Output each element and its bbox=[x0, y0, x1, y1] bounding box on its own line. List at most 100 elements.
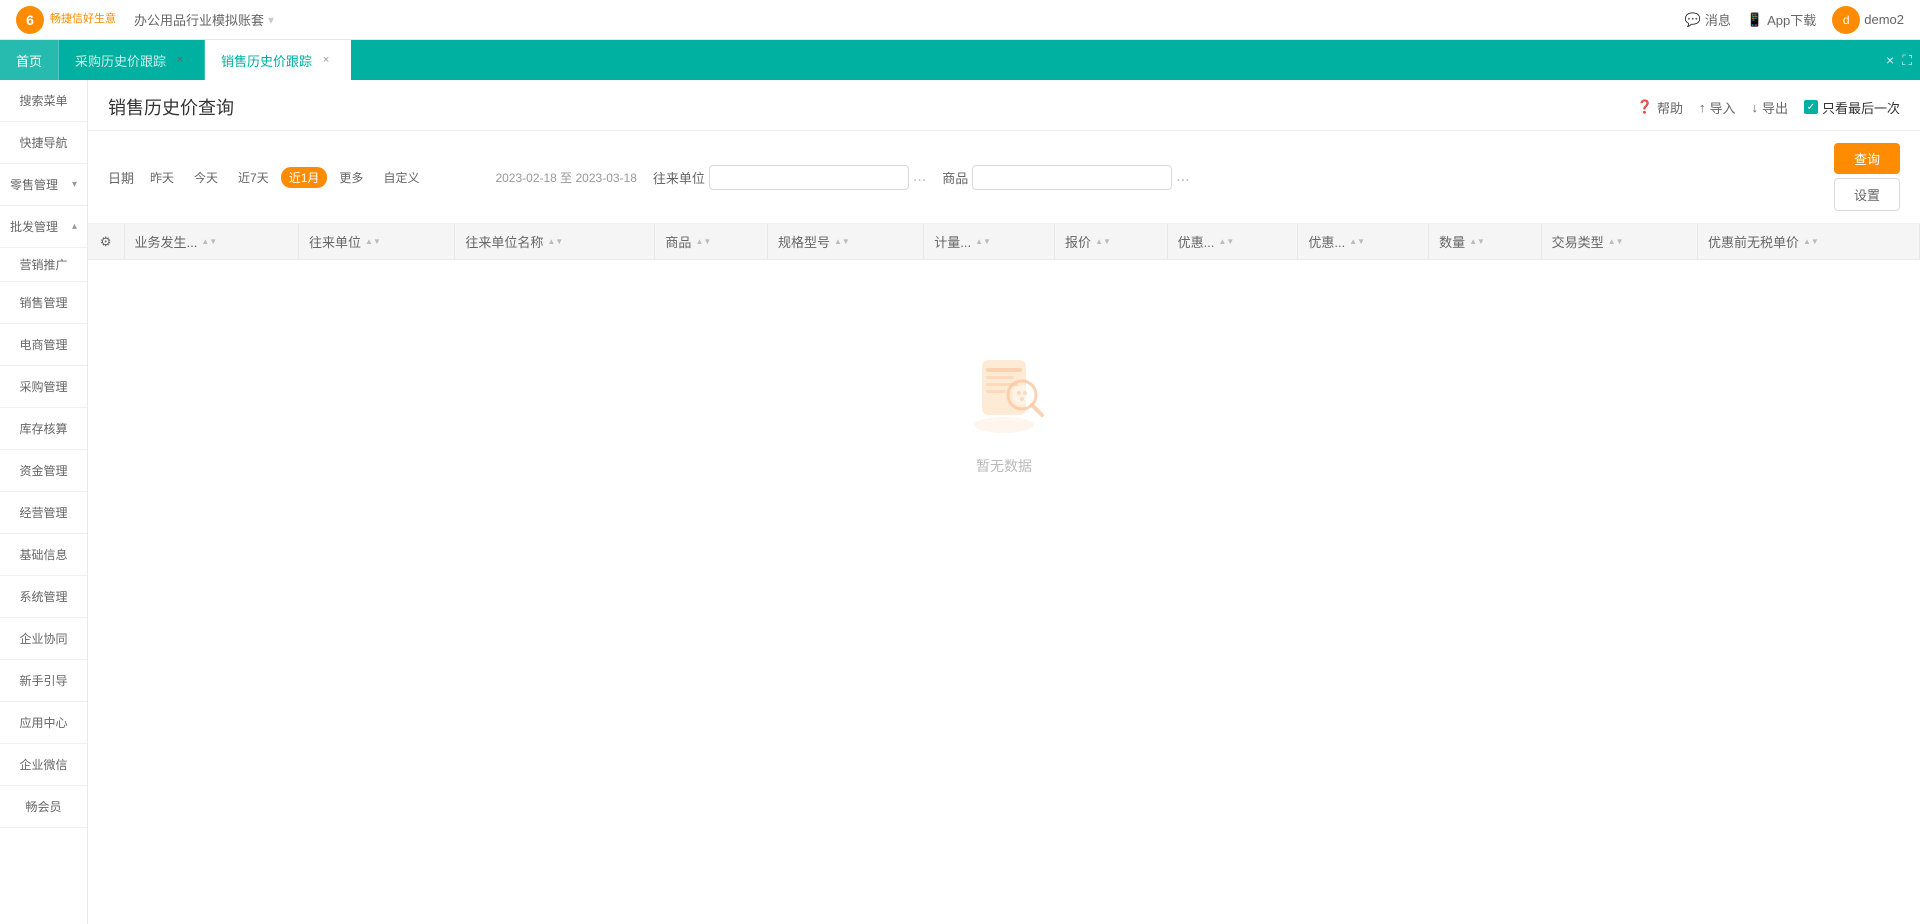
sidebar-item-sales-mgmt[interactable]: 销售管理 bbox=[0, 282, 87, 324]
export-label: 导出 bbox=[1762, 98, 1788, 117]
sidebar-item-wechat[interactable]: 企业微信 bbox=[0, 744, 87, 786]
user-name: demo2 bbox=[1864, 12, 1904, 27]
tab-purchase-history-label: 采购历史价跟踪 bbox=[75, 51, 166, 70]
th-discount1[interactable]: 优惠... ▲▼ bbox=[1167, 224, 1298, 260]
date-filter-label: 日期 bbox=[108, 168, 134, 187]
sidebar-retail-mgmt-label: 零售管理 bbox=[10, 176, 58, 193]
expand-button[interactable]: ⛶ bbox=[1902, 52, 1912, 69]
partner-input[interactable] bbox=[709, 165, 909, 190]
sort-discount1-icon: ▲▼ bbox=[1218, 237, 1234, 246]
tabbar-actions: × ⛶ bbox=[1878, 40, 1920, 80]
page-title: 销售历史价查询 bbox=[108, 94, 234, 120]
topbar: 6 畅捷信好生意 办公用品行业模拟账套 ▾ 💬 消息 📱 App下载 d dem… bbox=[0, 0, 1920, 40]
sort-partner-code-icon: ▲▼ bbox=[365, 237, 381, 246]
th-unit[interactable]: 计量... ▲▼ bbox=[924, 224, 1055, 260]
sidebar-item-ecommerce[interactable]: 电商管理 bbox=[0, 324, 87, 366]
sort-trade-type-icon: ▲▼ bbox=[1608, 237, 1624, 246]
logo-text: 畅捷信好生意 bbox=[50, 13, 116, 26]
sort-partner-name-icon: ▲▼ bbox=[547, 237, 563, 246]
sidebar-app-center-label: 应用中心 bbox=[19, 714, 67, 731]
content-area: 销售历史价查询 ❓ 帮助 ↑ 导入 ↓ bbox=[88, 80, 1920, 924]
th-discount2[interactable]: 优惠... ▲▼ bbox=[1298, 224, 1429, 260]
sidebar-ecommerce-label: 电商管理 bbox=[19, 336, 67, 353]
date-tab-today[interactable]: 今天 bbox=[186, 167, 226, 188]
sidebar-basic-info-label: 基础信息 bbox=[19, 546, 67, 563]
sidebar-item-marketing[interactable]: 营销推广 bbox=[0, 248, 87, 282]
product-filter-group: 商品 ... bbox=[942, 165, 1189, 190]
query-button[interactable]: 查询 bbox=[1834, 143, 1900, 174]
sidebar-finance-label: 资金管理 bbox=[19, 462, 67, 479]
topbar-right: 💬 消息 📱 App下载 d demo2 bbox=[1685, 6, 1904, 34]
sidebar-item-guide[interactable]: 新手引导 bbox=[0, 660, 87, 702]
settings-button[interactable]: 设置 bbox=[1834, 178, 1900, 211]
sidebar-inventory-label: 库存核算 bbox=[19, 420, 67, 437]
th-pre-tax[interactable]: 优惠前无税单价 ▲▼ bbox=[1697, 224, 1919, 260]
sidebar-item-basic-info[interactable]: 基础信息 bbox=[0, 534, 87, 576]
th-qty[interactable]: 数量 ▲▼ bbox=[1429, 224, 1542, 260]
th-partner-code[interactable]: 往来单位 ▲▼ bbox=[299, 224, 455, 260]
logo-area: 6 畅捷信好生意 bbox=[16, 6, 116, 34]
sidebar-item-search-menu[interactable]: 搜索菜单 bbox=[0, 80, 87, 122]
th-partner-name[interactable]: 往来单位名称 ▲▼ bbox=[455, 224, 655, 260]
date-tab-custom[interactable]: 自定义 bbox=[375, 167, 427, 188]
help-button[interactable]: ❓ 帮助 bbox=[1637, 98, 1683, 117]
sidebar-quick-nav-label: 快捷导航 bbox=[19, 134, 67, 151]
app-download-button[interactable]: 📱 App下载 bbox=[1747, 10, 1816, 29]
export-button[interactable]: ↓ 导出 bbox=[1751, 98, 1788, 117]
only-last-checkbox[interactable]: ✓ bbox=[1804, 100, 1818, 114]
import-label: 导入 bbox=[1709, 98, 1735, 117]
th-biz-date[interactable]: 业务发生... ▲▼ bbox=[124, 224, 299, 260]
date-tabs: 昨天 今天 近7天 近1月 更多 自定义 bbox=[142, 167, 427, 188]
close-all-tabs-button[interactable]: × bbox=[1886, 52, 1894, 68]
sidebar-search-menu-label: 搜索菜单 bbox=[19, 92, 67, 109]
sidebar-vip-label: 畅会员 bbox=[25, 798, 61, 815]
sidebar-item-finance[interactable]: 资金管理 bbox=[0, 450, 87, 492]
sidebar-item-purchase[interactable]: 采购管理 bbox=[0, 366, 87, 408]
date-tab-more[interactable]: 更多 bbox=[331, 167, 371, 188]
empty-state: 暂无数据 bbox=[88, 260, 1920, 556]
sidebar-item-system[interactable]: 系统管理 bbox=[0, 576, 87, 618]
sort-biz-date-icon: ▲▼ bbox=[201, 237, 217, 246]
tab-home[interactable]: 首页 bbox=[0, 40, 59, 80]
tab-sales-history-close-icon[interactable]: × bbox=[318, 52, 334, 68]
partner-picker-button[interactable]: ... bbox=[913, 168, 926, 186]
date-tab-1month[interactable]: 近1月 bbox=[281, 167, 328, 188]
th-product[interactable]: 商品 ▲▼ bbox=[655, 224, 768, 260]
user-menu-button[interactable]: d demo2 bbox=[1832, 6, 1904, 34]
sidebar-enterprise-label: 企业协同 bbox=[19, 630, 67, 647]
th-trade-type[interactable]: 交易类型 ▲▼ bbox=[1541, 224, 1697, 260]
avatar: d bbox=[1832, 6, 1860, 34]
partner-filter-label: 往来单位 bbox=[653, 168, 705, 187]
sidebar-item-retail-mgmt[interactable]: 零售管理 ▾ bbox=[0, 164, 87, 206]
sidebar-item-enterprise[interactable]: 企业协同 bbox=[0, 618, 87, 660]
sidebar-item-inventory[interactable]: 库存核算 bbox=[0, 408, 87, 450]
date-tab-7days[interactable]: 近7天 bbox=[230, 167, 277, 188]
sort-discount2-icon: ▲▼ bbox=[1349, 237, 1365, 246]
sidebar-item-wholesale-mgmt[interactable]: 批发管理 ▴ bbox=[0, 206, 87, 248]
breadcrumb: 办公用品行业模拟账套 ▾ bbox=[134, 10, 274, 29]
page-container: 销售历史价查询 ❓ 帮助 ↑ 导入 ↓ bbox=[88, 80, 1920, 924]
th-quote[interactable]: 报价 ▲▼ bbox=[1055, 224, 1168, 260]
sidebar-item-app-center[interactable]: 应用中心 bbox=[0, 702, 87, 744]
tabbar: 首页 采购历史价跟踪 × 销售历史价跟踪 × × ⛶ bbox=[0, 40, 1920, 80]
table-header-row: ⚙ 业务发生... ▲▼ 往来单位 bbox=[88, 224, 1920, 260]
sidebar: 搜索菜单 快捷导航 零售管理 ▾ 批发管理 ▴ 营销推广 销售管理 电商管理 采… bbox=[0, 80, 88, 924]
sidebar-marketing-label: 营销推广 bbox=[19, 256, 67, 273]
message-button[interactable]: 💬 消息 bbox=[1685, 10, 1731, 29]
product-input[interactable] bbox=[972, 165, 1172, 190]
tab-purchase-history[interactable]: 采购历史价跟踪 × bbox=[59, 40, 205, 80]
tab-sales-history[interactable]: 销售历史价跟踪 × bbox=[205, 40, 351, 80]
import-button[interactable]: ↑ 导入 bbox=[1699, 98, 1736, 117]
tab-purchase-history-close-icon[interactable]: × bbox=[172, 52, 188, 68]
sidebar-item-operations[interactable]: 经营管理 bbox=[0, 492, 87, 534]
main-layout: 搜索菜单 快捷导航 零售管理 ▾ 批发管理 ▴ 营销推广 销售管理 电商管理 采… bbox=[0, 80, 1920, 924]
breadcrumb-label: 办公用品行业模拟账套 bbox=[134, 10, 264, 29]
product-picker-button[interactable]: ... bbox=[1176, 168, 1189, 186]
th-gear[interactable]: ⚙ bbox=[88, 224, 124, 260]
th-spec[interactable]: 规格型号 ▲▼ bbox=[767, 224, 923, 260]
date-tab-yesterday[interactable]: 昨天 bbox=[142, 167, 182, 188]
app-icon: 📱 bbox=[1747, 12, 1763, 28]
only-last-checkbox-label[interactable]: ✓ 只看最后一次 bbox=[1804, 98, 1900, 117]
sidebar-item-quick-nav[interactable]: 快捷导航 bbox=[0, 122, 87, 164]
sidebar-item-vip[interactable]: 畅会员 bbox=[0, 786, 87, 828]
